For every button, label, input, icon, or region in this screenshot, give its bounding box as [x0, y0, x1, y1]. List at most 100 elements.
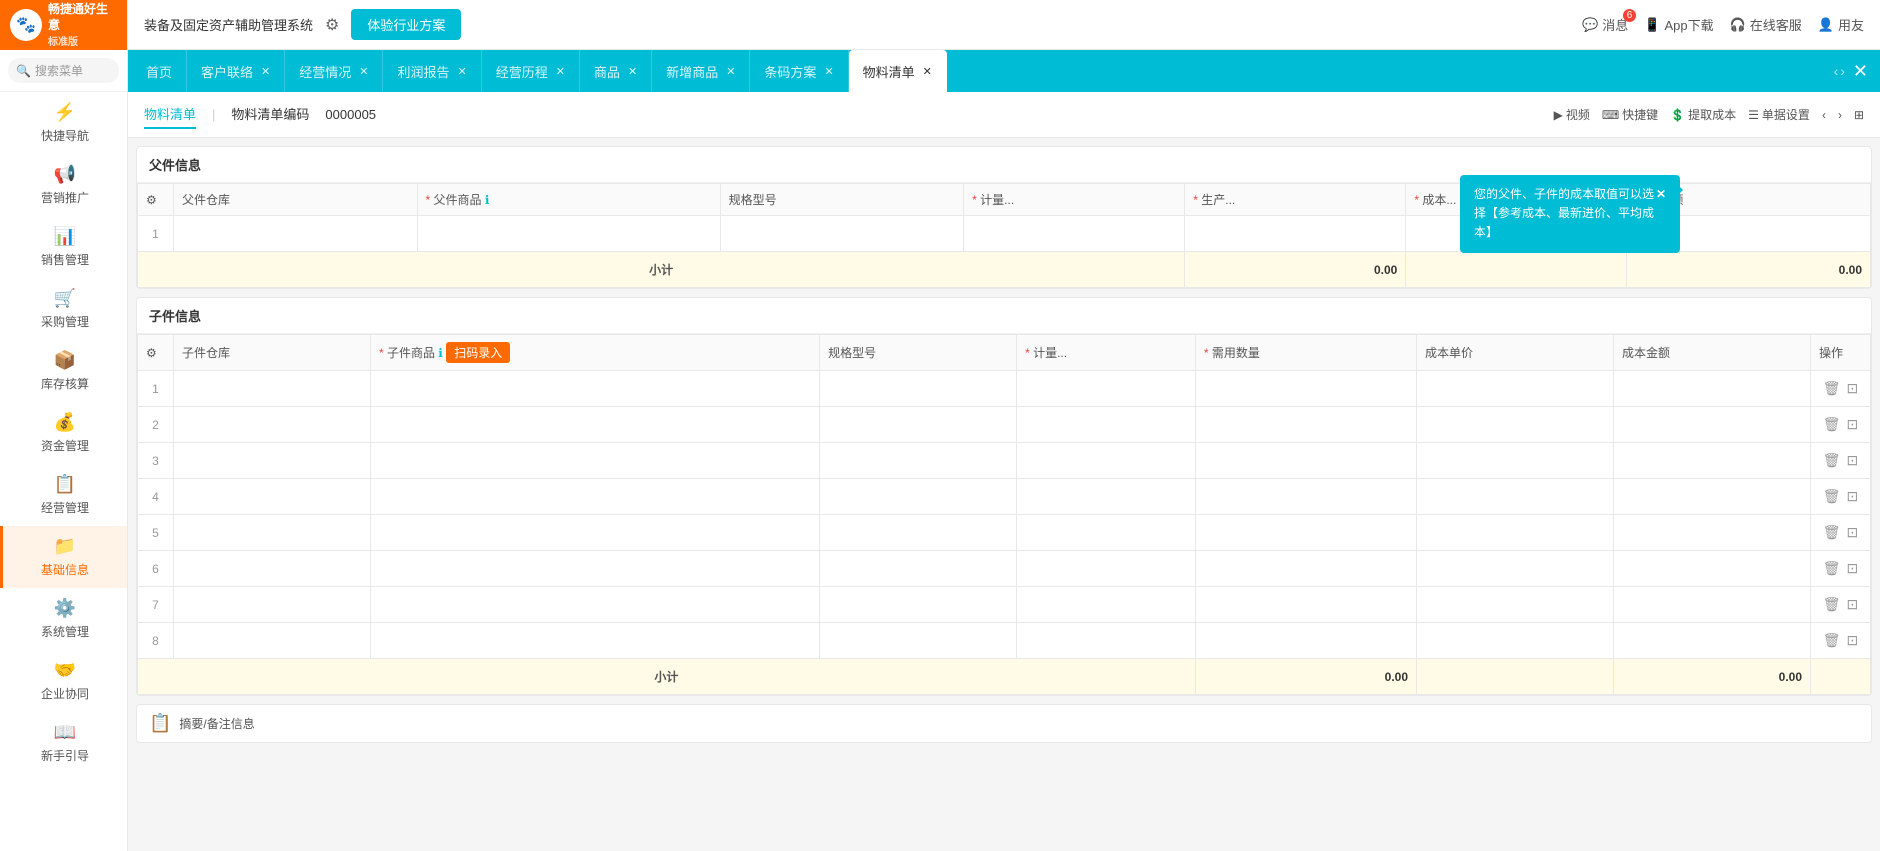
tab-history[interactable]: 经营历程 ✕: [482, 50, 580, 92]
child-spec-cell[interactable]: [820, 407, 1017, 443]
child-goods-cell[interactable]: [370, 551, 819, 587]
sub-tab-bom-code-label[interactable]: 物料清单编码: [231, 100, 309, 129]
child-unit-cell[interactable]: [1017, 407, 1196, 443]
child-unit-cost-cell[interactable]: [1417, 587, 1614, 623]
copy-icon[interactable]: ⊡: [1847, 416, 1859, 433]
tab-goods[interactable]: 商品 ✕: [580, 50, 652, 92]
copy-icon[interactable]: ⊡: [1847, 596, 1859, 613]
delete-icon[interactable]: 🗑: [1823, 452, 1841, 469]
child-goods-cell[interactable]: [370, 623, 819, 659]
parent-col-settings[interactable]: ⚙: [138, 184, 174, 216]
copy-icon[interactable]: ⊡: [1847, 632, 1859, 649]
child-warehouse-cell[interactable]: [174, 479, 371, 515]
child-unit-cost-cell[interactable]: [1417, 551, 1614, 587]
child-unit-cost-cell[interactable]: [1417, 479, 1614, 515]
nav-prev-icon[interactable]: ‹: [1834, 63, 1839, 79]
copy-icon[interactable]: ⊡: [1847, 488, 1859, 505]
copy-icon[interactable]: ⊡: [1847, 560, 1859, 577]
sidebar-item-sales[interactable]: 📊 销售管理: [0, 216, 127, 278]
parent-warehouse-cell[interactable]: [174, 216, 418, 252]
child-spec-cell[interactable]: [820, 551, 1017, 587]
delete-icon[interactable]: 🗑: [1823, 416, 1841, 433]
child-unit-cell[interactable]: [1017, 479, 1196, 515]
delete-icon[interactable]: 🗑: [1823, 596, 1841, 613]
close-history-tab-icon[interactable]: ✕: [556, 65, 565, 78]
parent-spec-cell[interactable]: [720, 216, 964, 252]
copy-icon[interactable]: ⊡: [1847, 524, 1859, 541]
child-spec-cell[interactable]: [820, 479, 1017, 515]
sidebar-item-inventory[interactable]: 📦 库存核算: [0, 340, 127, 402]
delete-icon[interactable]: 🗑: [1823, 380, 1841, 397]
child-warehouse-cell[interactable]: [174, 371, 371, 407]
close-newgoods-tab-icon[interactable]: ✕: [726, 65, 735, 78]
sidebar-item-marketing[interactable]: 📢 营销推广: [0, 154, 127, 216]
scan-btn[interactable]: 扫码录入: [446, 342, 510, 363]
settings-icon[interactable]: ⚙: [325, 15, 339, 35]
close-customer-tab-icon[interactable]: ✕: [261, 65, 270, 78]
cost-btn[interactable]: 💲 提取成本: [1670, 106, 1736, 123]
sidebar-item-operations[interactable]: 📋 经营管理: [0, 464, 127, 526]
child-quantity-cell[interactable]: [1195, 407, 1416, 443]
child-quantity-cell[interactable]: [1195, 479, 1416, 515]
child-goods-cell[interactable]: [370, 407, 819, 443]
trial-btn[interactable]: 体验行业方案: [351, 9, 461, 40]
info-icon[interactable]: ℹ: [485, 193, 490, 207]
tab-profit[interactable]: 利润报告 ✕: [383, 50, 481, 92]
child-warehouse-cell[interactable]: [174, 443, 371, 479]
sidebar-item-guide[interactable]: 📖 新手引导: [0, 712, 127, 774]
delete-icon[interactable]: 🗑: [1823, 560, 1841, 577]
child-unit-cell[interactable]: [1017, 587, 1196, 623]
copy-icon[interactable]: ⊡: [1847, 380, 1859, 397]
parent-unit-cell[interactable]: [964, 216, 1185, 252]
close-operations-tab-icon[interactable]: ✕: [359, 65, 368, 78]
child-goods-cell[interactable]: [370, 479, 819, 515]
child-spec-cell[interactable]: [820, 587, 1017, 623]
child-unit-cell[interactable]: [1017, 371, 1196, 407]
child-quantity-cell[interactable]: [1195, 587, 1416, 623]
child-spec-cell[interactable]: [820, 443, 1017, 479]
parent-goods-cell[interactable]: [417, 216, 720, 252]
child-warehouse-cell[interactable]: [174, 587, 371, 623]
delete-icon[interactable]: 🗑: [1823, 488, 1841, 505]
child-unit-cell[interactable]: [1017, 551, 1196, 587]
child-goods-cell[interactable]: [370, 587, 819, 623]
child-unit-cost-cell[interactable]: [1417, 623, 1614, 659]
setting-btn[interactable]: ☰ 单据设置: [1748, 106, 1810, 123]
child-unit-cell[interactable]: [1017, 443, 1196, 479]
tab-barcode[interactable]: 条码方案 ✕: [750, 50, 848, 92]
close-profit-tab-icon[interactable]: ✕: [458, 65, 467, 78]
child-quantity-cell[interactable]: [1195, 371, 1416, 407]
nav-right-icon[interactable]: ›: [1838, 108, 1842, 122]
child-goods-cell[interactable]: [370, 443, 819, 479]
child-quantity-cell[interactable]: [1195, 515, 1416, 551]
tab-home[interactable]: 首页: [132, 50, 187, 92]
child-unit-cost-cell[interactable]: [1417, 443, 1614, 479]
child-info-icon[interactable]: ℹ: [438, 346, 443, 360]
app-download-btn[interactable]: 📱 App下载: [1644, 15, 1713, 34]
close-barcode-tab-icon[interactable]: ✕: [824, 65, 833, 78]
child-goods-cell[interactable]: [370, 515, 819, 551]
shortcut-btn[interactable]: ⌨ 快捷键: [1602, 106, 1658, 123]
online-service-btn[interactable]: 🎧 在线客服: [1730, 15, 1802, 34]
child-col-settings[interactable]: ⚙: [138, 335, 174, 371]
nav-left-icon[interactable]: ‹: [1822, 108, 1826, 122]
child-goods-cell[interactable]: [370, 371, 819, 407]
sidebar-item-purchase[interactable]: 🛒 采购管理: [0, 278, 127, 340]
sidebar-item-system[interactable]: ⚙️ 系统管理: [0, 588, 127, 650]
tab-newgoods[interactable]: 新增商品 ✕: [652, 50, 750, 92]
tab-bom[interactable]: 物料清单 ✕: [849, 50, 947, 92]
sidebar-item-enterprise[interactable]: 🤝 企业协同: [0, 650, 127, 712]
sidebar-search-area[interactable]: 🔍 搜索菜单: [0, 50, 127, 92]
child-warehouse-cell[interactable]: [174, 407, 371, 443]
delete-icon[interactable]: 🗑: [1823, 632, 1841, 649]
child-unit-cell[interactable]: [1017, 623, 1196, 659]
child-unit-cost-cell[interactable]: [1417, 371, 1614, 407]
sub-tab-bom-list[interactable]: 物料清单: [144, 100, 196, 129]
child-spec-cell[interactable]: [820, 371, 1017, 407]
tab-operations[interactable]: 经营情况 ✕: [285, 50, 383, 92]
child-quantity-cell[interactable]: [1195, 623, 1416, 659]
child-unit-cost-cell[interactable]: [1417, 515, 1614, 551]
user-btn[interactable]: 👤 用友: [1818, 15, 1864, 34]
child-spec-cell[interactable]: [820, 623, 1017, 659]
child-quantity-cell[interactable]: [1195, 551, 1416, 587]
